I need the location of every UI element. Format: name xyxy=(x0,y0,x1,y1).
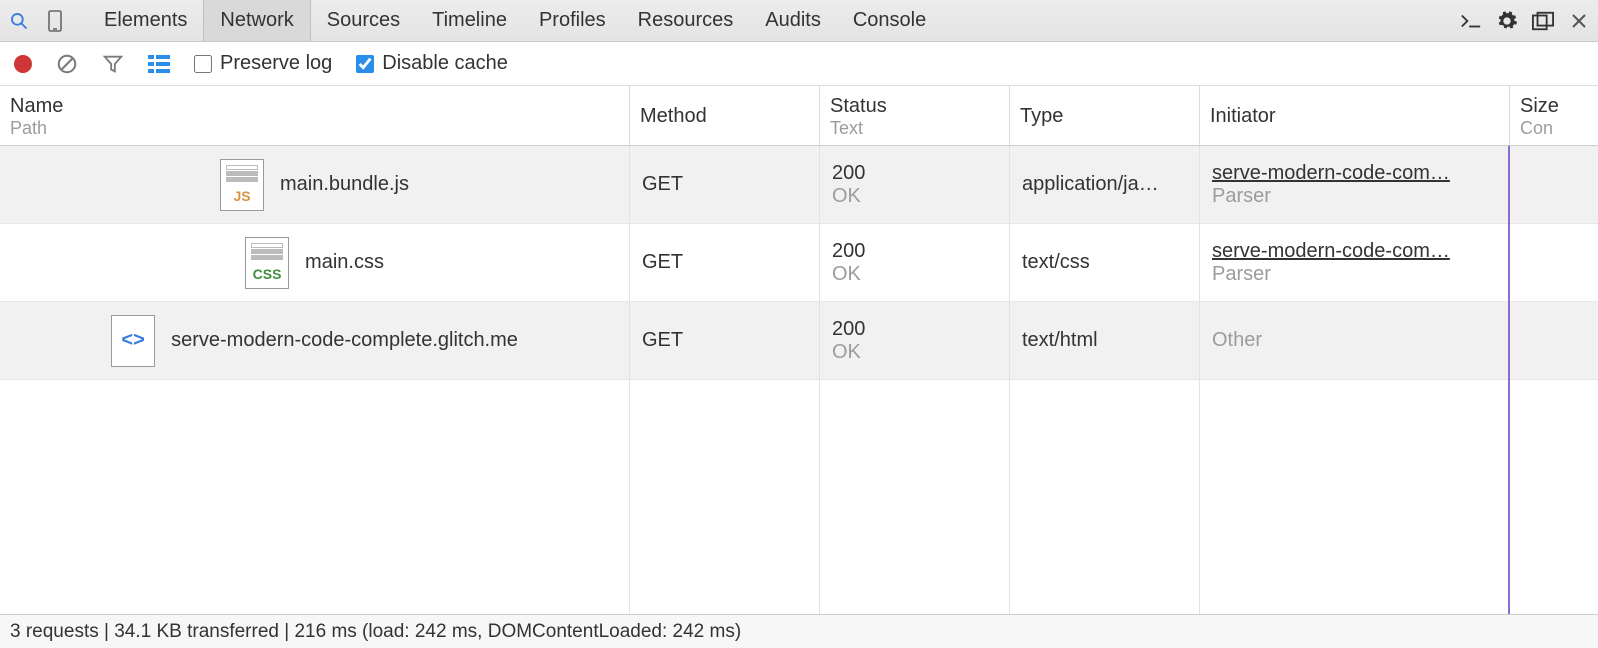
request-method: GET xyxy=(630,302,820,380)
network-table-body: JS main.bundle.js GET200OKapplication/ja… s… xyxy=(0,146,1598,614)
disable-cache-checkbox[interactable]: Disable cache xyxy=(356,52,508,75)
col-size[interactable]: Size Con xyxy=(1510,86,1598,145)
request-initiator[interactable]: serve-modern-code-com… xyxy=(1212,162,1497,185)
col-status-label: Status xyxy=(830,95,997,118)
empty-grid-lines xyxy=(0,380,1598,614)
tabbar-left-icons xyxy=(8,10,88,32)
request-status: 200OK xyxy=(820,224,1010,302)
request-type: application/ja… xyxy=(1010,146,1200,224)
tab-console[interactable]: Console xyxy=(837,0,942,41)
col-name-sub: Path xyxy=(10,118,617,139)
dock-side-icon[interactable] xyxy=(1532,10,1554,32)
request-size xyxy=(1510,302,1598,380)
filter-icon[interactable] xyxy=(102,53,124,75)
col-status[interactable]: Status Text xyxy=(820,86,1010,145)
request-method: GET xyxy=(630,224,820,302)
close-icon[interactable] xyxy=(1568,10,1590,32)
col-method[interactable]: Method xyxy=(630,86,820,145)
file-css-icon: CSS xyxy=(245,237,289,289)
table-row[interactable]: JS main.bundle.js GET200OKapplication/ja… s… xyxy=(0,146,1598,224)
request-status: 200OK xyxy=(820,146,1010,224)
status-text: 3 requests | 34.1 KB transferred | 216 m… xyxy=(10,621,741,643)
request-initiator: Other xyxy=(1212,329,1497,352)
col-status-sub: Text xyxy=(830,118,997,139)
preserve-log-checkbox[interactable]: Preserve log xyxy=(194,52,332,75)
request-name: serve-modern-code-complete.glitch.me xyxy=(171,329,518,352)
tab-sources[interactable]: Sources xyxy=(311,0,416,41)
large-rows-icon[interactable] xyxy=(148,53,170,75)
request-name: main.bundle.js xyxy=(280,173,409,196)
show-console-icon[interactable] xyxy=(1460,10,1482,32)
col-type-label: Type xyxy=(1020,105,1187,128)
load-event-indicator xyxy=(1508,146,1510,614)
tab-network[interactable]: Network xyxy=(203,0,310,41)
col-size-sub: Con xyxy=(1520,118,1586,139)
clear-icon[interactable] xyxy=(56,53,78,75)
network-toolbar: Preserve log Disable cache xyxy=(0,42,1598,86)
devtools-tabbar: ElementsNetworkSourcesTimelineProfilesRe… xyxy=(0,0,1598,42)
tab-profiles[interactable]: Profiles xyxy=(523,0,622,41)
table-row[interactable]: CSS main.css GET200OKtext/css serve-modern-… xyxy=(0,224,1598,302)
tab-resources[interactable]: Resources xyxy=(622,0,750,41)
tab-audits[interactable]: Audits xyxy=(749,0,837,41)
record-button[interactable] xyxy=(14,55,32,73)
network-status-bar: 3 requests | 34.1 KB transferred | 216 m… xyxy=(0,614,1598,648)
col-size-label: Size xyxy=(1520,95,1586,118)
col-method-label: Method xyxy=(640,105,807,128)
request-method: GET xyxy=(630,146,820,224)
disable-cache-label: Disable cache xyxy=(382,52,508,75)
request-initiator[interactable]: serve-modern-code-com… xyxy=(1212,240,1497,263)
device-mode-icon[interactable] xyxy=(44,10,66,32)
file-html-icon: <> xyxy=(111,315,155,367)
request-status: 200OK xyxy=(820,302,1010,380)
settings-gear-icon[interactable] xyxy=(1496,10,1518,32)
col-initiator[interactable]: Initiator xyxy=(1200,86,1510,145)
search-icon[interactable] xyxy=(8,10,30,32)
file-js-icon: JS xyxy=(220,159,264,211)
panel-tabs: ElementsNetworkSourcesTimelineProfilesRe… xyxy=(88,0,942,41)
col-name[interactable]: Name Path xyxy=(0,86,630,145)
request-type: text/html xyxy=(1010,302,1200,380)
request-type: text/css xyxy=(1010,224,1200,302)
col-initiator-label: Initiator xyxy=(1210,105,1497,128)
request-size xyxy=(1510,224,1598,302)
request-name: main.css xyxy=(305,251,384,274)
devtools-window: ElementsNetworkSourcesTimelineProfilesRe… xyxy=(0,0,1598,648)
network-table-header: Name Path Method Status Text Type Initia… xyxy=(0,86,1598,146)
request-size xyxy=(1510,146,1598,224)
tab-timeline[interactable]: Timeline xyxy=(416,0,523,41)
col-type[interactable]: Type xyxy=(1010,86,1200,145)
preserve-log-label: Preserve log xyxy=(220,52,332,75)
tab-elements[interactable]: Elements xyxy=(88,0,203,41)
col-name-label: Name xyxy=(10,95,617,118)
tabbar-right-icons xyxy=(1450,10,1590,32)
table-row[interactable]: <> serve-modern-code-complete.glitch.me GE… xyxy=(0,302,1598,380)
